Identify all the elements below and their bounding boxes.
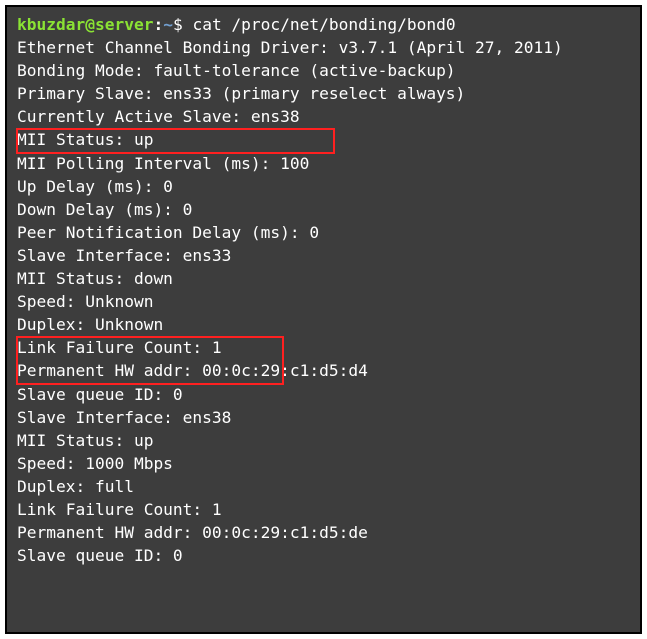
output-up-delay: Up Delay (ms): 0 bbox=[17, 175, 630, 198]
output-slave2-duplex: Duplex: full bbox=[17, 475, 630, 498]
prompt-dollar: $ bbox=[173, 15, 193, 34]
prompt-user-host: kbuzdar@server bbox=[17, 15, 153, 34]
output-slave2-interface: Slave Interface: ens38 bbox=[17, 406, 630, 429]
terminal-window[interactable]: kbuzdar@server:~$ cat /proc/net/bonding/… bbox=[5, 5, 642, 634]
output-slave1-speed: Speed: Unknown bbox=[17, 290, 630, 313]
output-slave1-hwaddr: Permanent HW addr: 00:0c:29:c1:d5:d4 bbox=[17, 359, 630, 382]
output-slave2-queue: Slave queue ID: 0 bbox=[17, 544, 630, 567]
output-slave2-mii: MII Status: up bbox=[17, 429, 630, 452]
prompt-line: kbuzdar@server:~$ cat /proc/net/bonding/… bbox=[17, 13, 630, 36]
output-bonding-mode: Bonding Mode: fault-tolerance (active-ba… bbox=[17, 59, 630, 82]
command-text: cat /proc/net/bonding/bond0 bbox=[192, 15, 455, 34]
output-primary-slave: Primary Slave: ens33 (primary reselect a… bbox=[17, 82, 630, 105]
prompt-tilde: ~ bbox=[163, 15, 173, 34]
output-slave2-failures: Link Failure Count: 1 bbox=[17, 498, 630, 521]
output-driver: Ethernet Channel Bonding Driver: v3.7.1 … bbox=[17, 36, 630, 59]
output-mii-status: MII Status: up bbox=[17, 128, 630, 151]
output-slave1-mii: MII Status: down bbox=[17, 267, 630, 290]
output-slave1-interface: Slave Interface: ens33 bbox=[17, 244, 630, 267]
prompt-colon: : bbox=[153, 15, 163, 34]
output-slave2-speed: Speed: 1000 Mbps bbox=[17, 452, 630, 475]
output-slave1-failures: Link Failure Count: 1 bbox=[17, 336, 630, 359]
output-active-slave: Currently Active Slave: ens38 bbox=[17, 105, 630, 128]
output-slave1-duplex: Duplex: Unknown bbox=[17, 313, 630, 336]
output-down-delay: Down Delay (ms): 0 bbox=[17, 198, 630, 221]
output-slave2-hwaddr: Permanent HW addr: 00:0c:29:c1:d5:de bbox=[17, 521, 630, 544]
output-mii-polling: MII Polling Interval (ms): 100 bbox=[17, 152, 630, 175]
output-slave1-queue: Slave queue ID: 0 bbox=[17, 383, 630, 406]
output-peer-notif: Peer Notification Delay (ms): 0 bbox=[17, 221, 630, 244]
